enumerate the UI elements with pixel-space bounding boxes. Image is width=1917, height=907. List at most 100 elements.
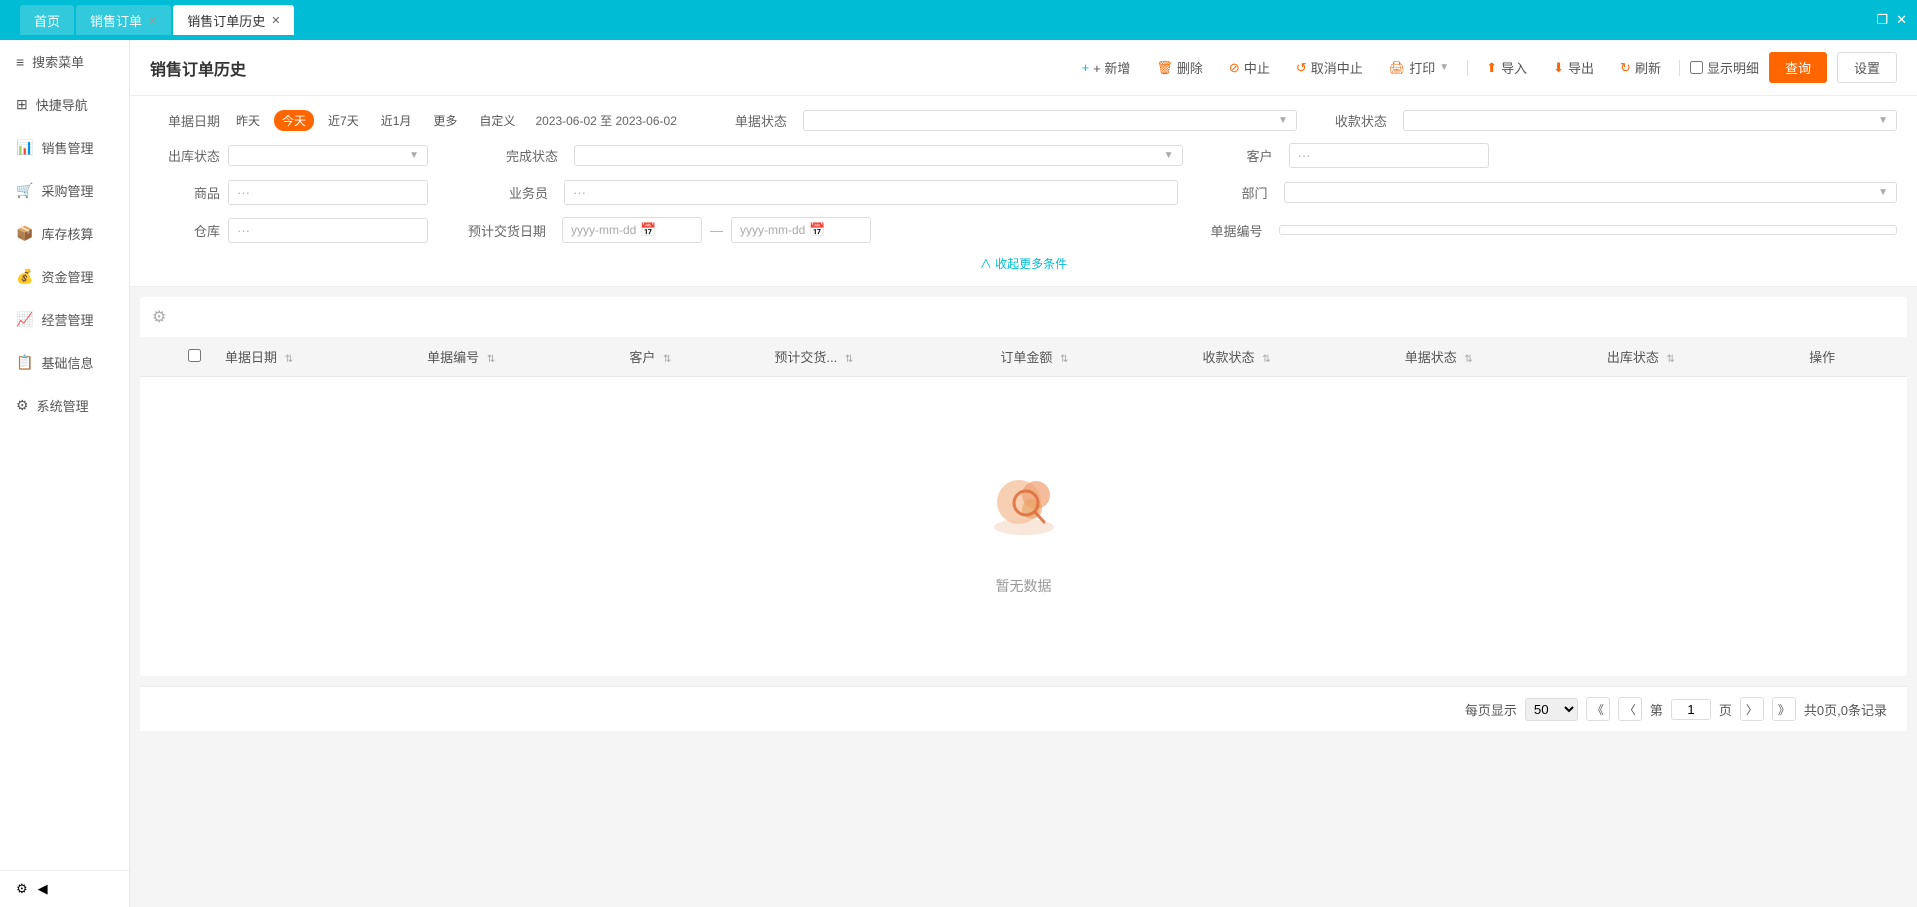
th-delivery-status[interactable]: 出库状态 ⇅ — [1595, 337, 1797, 377]
sidebar-item-quicknav[interactable]: ⊞ 快捷导航 — [0, 83, 129, 126]
warehouse-input[interactable]: ··· — [228, 218, 428, 243]
table-settings-icon[interactable]: ⚙ — [152, 307, 166, 327]
select-all-checkbox[interactable] — [188, 349, 201, 362]
next-page-button[interactable]: 〉 — [1740, 697, 1764, 721]
complete-status-arrow-icon: ▼ — [1164, 150, 1174, 161]
th-customer[interactable]: 客户 ⇅ — [617, 337, 762, 377]
date-range-text: 2023-06-02 至 2023-06-02 — [535, 112, 676, 129]
last-page-button[interactable]: 》 — [1772, 697, 1796, 721]
sidebar-item-inventory[interactable]: 📦 库存核算 — [0, 212, 129, 255]
calendar-from-icon[interactable]: 📅 — [640, 222, 656, 238]
th-payment-status[interactable]: 收款状态 ⇅ — [1191, 337, 1393, 377]
setting-button[interactable]: 设置 — [1837, 52, 1897, 83]
sidebar-item-operations[interactable]: 📈 经营管理 — [0, 298, 129, 341]
salesperson-label: 业务员 — [478, 183, 548, 202]
cancel-stop-button[interactable]: ↺ 取消中止 — [1288, 54, 1371, 81]
sidebar: ≡ 搜索菜单 ⊞ 快捷导航 📊 销售管理 🛒 采购管理 📦 库存核算 💰 资金管… — [0, 40, 130, 907]
tab-home[interactable]: 首页 — [20, 5, 74, 35]
salesperson-input[interactable]: ··· — [564, 180, 1178, 205]
collapse-sidebar-icon[interactable]: ◀ — [38, 881, 48, 897]
import-button[interactable]: ⬆ 导入 — [1478, 54, 1535, 81]
payment-status-label: 收款状态 — [1317, 111, 1387, 130]
bill-number-input[interactable] — [1279, 225, 1898, 235]
sidebar-footer: ⚙ ◀ — [0, 870, 129, 907]
date-more[interactable]: 更多 — [425, 110, 465, 131]
empty-svg — [974, 457, 1074, 557]
new-icon: + — [1082, 60, 1090, 75]
search-menu-icon: ≡ — [16, 54, 24, 70]
warehouse-label: 仓库 — [150, 221, 220, 240]
sort-number-icon: ⇅ — [487, 354, 495, 365]
sidebar-item-system[interactable]: ⚙ 系统管理 — [0, 384, 129, 427]
table-body: 暂无数据 — [140, 377, 1907, 677]
display-detail-checkbox[interactable] — [1690, 61, 1703, 74]
delivery-date-from[interactable]: yyyy-mm-dd 📅 — [562, 217, 702, 243]
sort-delivery-icon: ⇅ — [845, 354, 853, 365]
bill-status-select[interactable]: ▼ — [803, 110, 1297, 131]
complete-status-select[interactable]: ▼ — [574, 145, 1183, 166]
system-icon: ⚙ — [16, 397, 29, 414]
th-number[interactable]: 单据编号 ⇅ — [415, 337, 617, 377]
top-bar: 首页 销售订单 ✕ 销售订单历史 ✕ ❐ ✕ — [0, 0, 1917, 40]
filter-row-4: 仓库 ··· 预计交货日期 yyyy-mm-dd 📅 — yyyy-mm-dd … — [150, 217, 1897, 243]
calendar-to-icon[interactable]: 📅 — [809, 222, 825, 238]
product-label: 商品 — [150, 183, 220, 202]
sort-amount-icon: ⇅ — [1060, 354, 1068, 365]
new-button[interactable]: + + 新增 — [1074, 54, 1139, 81]
query-button[interactable]: 查询 — [1769, 52, 1827, 83]
per-page-select[interactable]: 50 10 20 100 — [1525, 698, 1578, 721]
toolbar: + + 新增 🗑 删除 ⊘ 中止 ↺ 取消中止 🖨 打印 — [1074, 52, 1897, 83]
page-input[interactable] — [1671, 699, 1711, 720]
finance-icon: 💰 — [16, 268, 33, 285]
department-label: 部门 — [1198, 183, 1268, 202]
payment-status-select[interactable]: ▼ — [1403, 110, 1897, 131]
first-page-button[interactable]: 《 — [1586, 697, 1610, 721]
table-area: ⚙ 单据日期 ⇅ 单据编号 ⇅ — [140, 297, 1907, 676]
refresh-button[interactable]: ↻ 刷新 — [1612, 54, 1669, 81]
delete-icon: 🗑 — [1156, 60, 1173, 76]
date-today[interactable]: 今天 — [274, 110, 314, 131]
tab-sales-order-history[interactable]: 销售订单历史 ✕ — [173, 5, 294, 35]
delivery-status-select[interactable]: ▼ — [228, 145, 428, 166]
date-1month[interactable]: 近1月 — [373, 110, 420, 131]
pagination: 每页显示 50 10 20 100 《 〈 第 页 〉 》 共0页,0条记录 — [140, 686, 1907, 731]
delivery-date-to[interactable]: yyyy-mm-dd 📅 — [731, 217, 871, 243]
sidebar-item-search[interactable]: ≡ 搜索菜单 — [0, 40, 129, 83]
cancel-stop-icon: ↺ — [1296, 60, 1307, 76]
export-button[interactable]: ⬇ 导出 — [1545, 54, 1602, 81]
product-input[interactable]: ··· — [228, 180, 428, 205]
inventory-icon: 📦 — [16, 225, 33, 242]
date-label: 单据日期 — [150, 111, 220, 130]
close-history-tab[interactable]: ✕ — [271, 14, 280, 27]
operations-icon: 📈 — [16, 311, 33, 328]
collapse-filters[interactable]: ∧ 收起更多条件 — [150, 255, 1897, 272]
th-bill-status[interactable]: 单据状态 ⇅ — [1393, 337, 1595, 377]
close-sales-order-tab[interactable]: ✕ — [148, 14, 157, 27]
delete-button[interactable]: 🗑 删除 — [1148, 54, 1211, 81]
prev-page-button[interactable]: 〈 — [1618, 697, 1642, 721]
refresh-icon: ↻ — [1620, 60, 1631, 76]
date-yesterday[interactable]: 昨天 — [228, 110, 268, 131]
sidebar-item-purchase[interactable]: 🛒 采购管理 — [0, 169, 129, 212]
sidebar-item-finance[interactable]: 💰 资金管理 — [0, 255, 129, 298]
sort-date-icon: ⇅ — [285, 354, 293, 365]
close-window-button[interactable]: ✕ — [1896, 12, 1907, 28]
settings-footer-icon[interactable]: ⚙ — [16, 881, 28, 897]
sidebar-item-sales[interactable]: 📊 销售管理 — [0, 126, 129, 169]
divider-2 — [1679, 60, 1680, 76]
restore-button[interactable]: ❐ — [1876, 12, 1888, 28]
th-date[interactable]: 单据日期 ⇅ — [213, 337, 415, 377]
date-7days[interactable]: 近7天 — [320, 110, 367, 131]
print-button[interactable]: 🖨 打印 ▼ — [1381, 54, 1457, 81]
bill-status-arrow-icon: ▼ — [1278, 115, 1288, 126]
sidebar-item-basic-info[interactable]: 📋 基础信息 — [0, 341, 129, 384]
department-select[interactable]: ▼ — [1284, 182, 1898, 203]
customer-input[interactable]: ··· — [1289, 143, 1489, 168]
tab-sales-order[interactable]: 销售订单 ✕ — [76, 5, 171, 35]
stop-button[interactable]: ⊘ 中止 — [1221, 54, 1278, 81]
th-amount[interactable]: 订单金额 ⇅ — [988, 337, 1190, 377]
th-action: 操作 — [1797, 337, 1907, 377]
th-delivery-date[interactable]: 预计交货... ⇅ — [762, 337, 988, 377]
date-custom[interactable]: 自定义 — [471, 110, 523, 131]
tabs-container: 首页 销售订单 ✕ 销售订单历史 ✕ — [20, 5, 1876, 35]
